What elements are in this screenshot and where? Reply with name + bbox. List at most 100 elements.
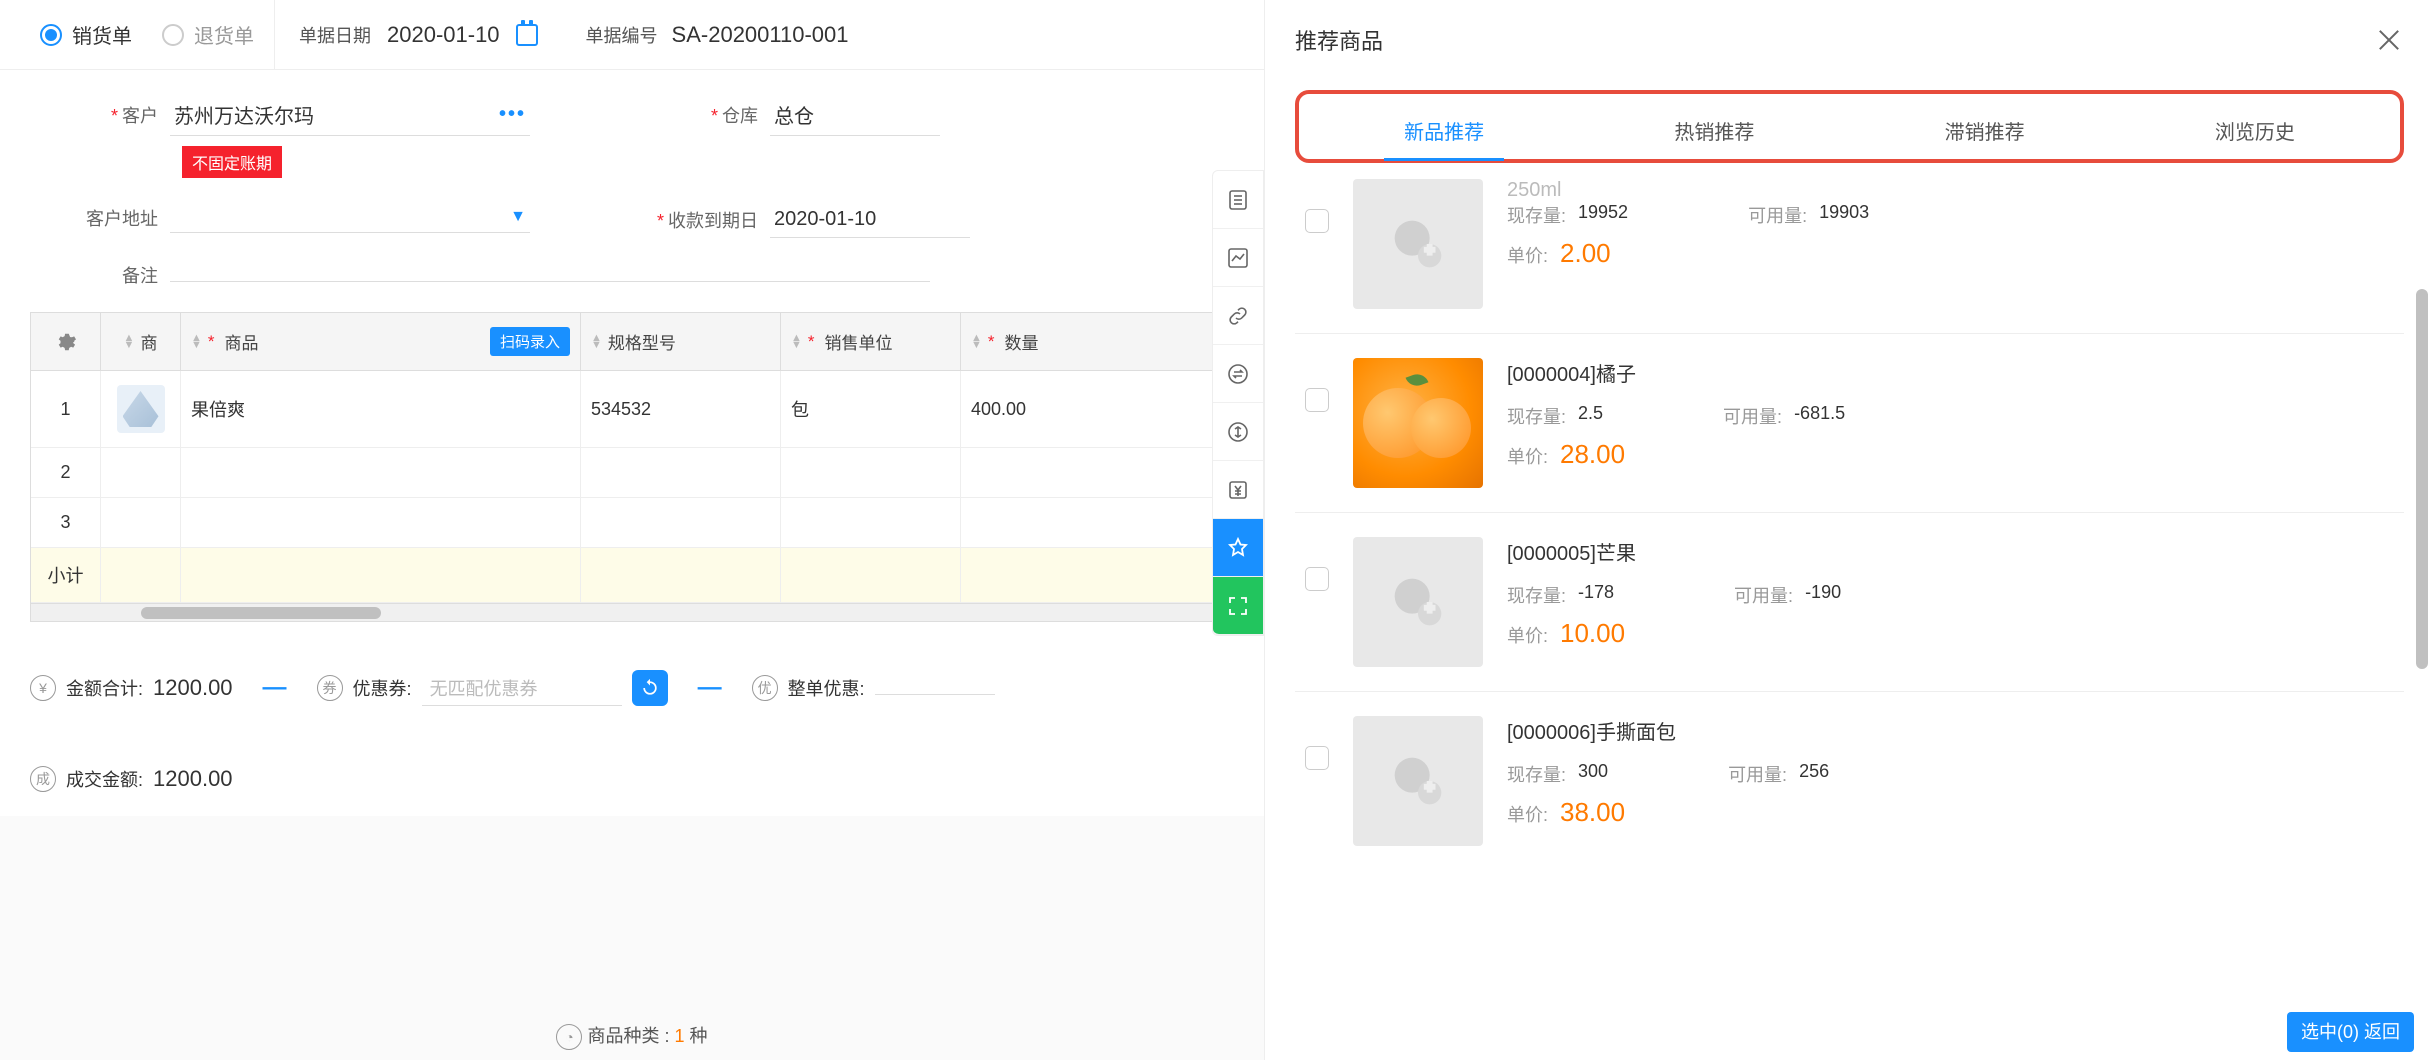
subtotal-row: 小计 <box>31 548 1233 603</box>
minus-icon: — <box>263 674 287 702</box>
item-checkbox[interactable] <box>1305 209 1329 233</box>
select-return-button[interactable]: 选中(0) 返回 <box>2287 1012 2414 1052</box>
row-qty[interactable] <box>961 448 1081 497</box>
close-icon[interactable] <box>2374 25 2404 55</box>
product-image-orange <box>1353 358 1483 488</box>
row-index: 1 <box>31 371 101 447</box>
table-row[interactable]: 2 <box>31 448 1233 498</box>
panel-title: 推荐商品 <box>1295 24 1383 56</box>
yen-icon: ¥ <box>30 675 56 701</box>
tab-slow-recommend[interactable]: 滞销推荐 <box>1925 102 2045 159</box>
footer-summary: ◔ 商品种类 : 1 种 <box>0 1022 1264 1050</box>
stock-value: 19952 <box>1578 202 1628 228</box>
customer-input[interactable]: 苏州万达沃尔玛 ••• <box>170 94 530 136</box>
tab-browse-history[interactable]: 浏览历史 <box>2195 102 2315 159</box>
avail-label: 可用量: <box>1734 582 1793 608</box>
stock-value: -178 <box>1578 582 1614 608</box>
row-unit[interactable] <box>781 448 961 497</box>
toolbar-link-icon[interactable] <box>1213 287 1263 345</box>
avail-label: 可用量: <box>1728 761 1787 787</box>
remark-input[interactable] <box>170 269 930 282</box>
toolbar-star-icon[interactable] <box>1213 519 1263 577</box>
product-image-placeholder <box>1353 537 1483 667</box>
toolbar-receipt-icon[interactable] <box>1213 403 1263 461</box>
table-row[interactable]: 3 <box>31 498 1233 548</box>
row-spec[interactable]: 534532 <box>581 371 781 447</box>
product-image-placeholder <box>1353 179 1483 309</box>
tab-new-recommend[interactable]: 新品推荐 <box>1384 102 1504 159</box>
radio-sales-label: 销货单 <box>72 20 132 49</box>
horizontal-scrollbar[interactable] <box>31 603 1233 621</box>
list-item[interactable]: 250ml 现存量:19952 可用量:19903 单价:2.00 <box>1295 179 2404 334</box>
radio-return-order[interactable]: 退货单 <box>162 20 254 49</box>
tabs-highlight-box: 新品推荐 热销推荐 滞销推荐 浏览历史 <box>1295 90 2404 163</box>
toolbar-list-icon[interactable] <box>1213 171 1263 229</box>
amount-label: 金额合计: <box>66 675 143 701</box>
kind-label: 商品种类 : <box>587 1026 669 1046</box>
row-product[interactable] <box>181 448 581 497</box>
due-date-input[interactable]: 2020-01-10 <box>770 202 970 238</box>
item-checkbox[interactable] <box>1305 746 1329 770</box>
docno-label: 单据编号 <box>586 22 658 48</box>
row-unit[interactable]: 包 <box>781 371 961 447</box>
list-item[interactable]: [0000004]橘子 现存量:2.5 可用量:-681.5 单价:28.00 <box>1295 334 2404 513</box>
item-checkbox[interactable] <box>1305 388 1329 412</box>
stock-label: 现存量: <box>1507 202 1566 228</box>
price-value: 38.00 <box>1560 797 1625 828</box>
address-input[interactable]: ▼ <box>170 202 530 233</box>
refresh-button[interactable] <box>632 670 668 706</box>
sort-icon: ▲▼ <box>591 335 602 349</box>
row-qty[interactable]: 400.00 <box>961 371 1081 447</box>
scrollbar-thumb[interactable] <box>141 607 381 619</box>
toolbar-expand-icon[interactable] <box>1213 577 1263 635</box>
side-toolbar <box>1212 170 1264 636</box>
coupon-label: 优惠券: <box>353 675 412 701</box>
row-thumb <box>101 498 181 547</box>
price-label: 单价: <box>1507 622 1548 648</box>
stock-label: 现存量: <box>1507 403 1566 429</box>
row-spec[interactable] <box>581 498 781 547</box>
tab-hot-recommend[interactable]: 热销推荐 <box>1654 102 1774 159</box>
lookup-icon[interactable]: ••• <box>499 103 526 126</box>
coupon-input[interactable]: 无匹配优惠券 <box>422 671 622 706</box>
row-spec[interactable] <box>581 448 781 497</box>
calendar-icon[interactable] <box>516 24 538 46</box>
col-product[interactable]: ▲▼ *商品 扫码录入 <box>181 313 581 370</box>
price-label: 单价: <box>1507 801 1548 827</box>
price-value: 2.00 <box>1560 238 1611 269</box>
avail-value: 19903 <box>1819 202 1869 228</box>
row-product[interactable]: 果倍爽 <box>181 371 581 447</box>
due-date-value: 2020-01-10 <box>774 208 966 231</box>
warehouse-input[interactable]: 总仓 <box>770 94 940 136</box>
list-item[interactable]: [0000005]芒果 现存量:-178 可用量:-190 单价:10.00 <box>1295 513 2404 692</box>
row-unit[interactable] <box>781 498 961 547</box>
col-spec[interactable]: ▲▼ 规格型号 <box>581 313 781 370</box>
col-product-label: 商品 <box>225 329 259 354</box>
chevron-down-icon[interactable]: ▼ <box>510 208 526 226</box>
list-item[interactable]: [0000006]手撕面包 现存量:300 可用量:256 单价:38.00 <box>1295 692 2404 870</box>
row-qty[interactable] <box>961 498 1081 547</box>
table-row[interactable]: 1 果倍爽 534532 包 400.00 <box>31 371 1233 448</box>
col-image[interactable]: ▲▼ 商 <box>101 313 181 370</box>
row-product[interactable] <box>181 498 581 547</box>
toolbar-currency-icon[interactable] <box>1213 461 1263 519</box>
sort-icon: ▲▼ <box>191 335 202 349</box>
sort-icon: ▲▼ <box>124 335 135 349</box>
gear-icon <box>55 331 77 353</box>
warehouse-value: 总仓 <box>774 100 936 129</box>
vertical-scrollbar[interactable] <box>2416 289 2428 669</box>
item-checkbox[interactable] <box>1305 567 1329 591</box>
radio-sales-order[interactable]: 销货单 <box>40 20 132 49</box>
toolbar-chart-icon[interactable] <box>1213 229 1263 287</box>
stock-value: 2.5 <box>1578 403 1603 429</box>
whole-discount-input[interactable] <box>875 682 995 695</box>
stock-label: 现存量: <box>1507 761 1566 787</box>
date-value[interactable]: 2020-01-10 <box>387 22 500 48</box>
scan-input-button[interactable]: 扫码录入 <box>490 327 570 356</box>
toolbar-swap-icon[interactable] <box>1213 345 1263 403</box>
col-unit[interactable]: ▲▼ *销售单位 <box>781 313 961 370</box>
radio-return-label: 退货单 <box>194 20 254 49</box>
avail-label: 可用量: <box>1748 202 1807 228</box>
col-qty[interactable]: ▲▼ *数量 <box>961 313 1081 370</box>
col-settings[interactable] <box>31 313 101 370</box>
